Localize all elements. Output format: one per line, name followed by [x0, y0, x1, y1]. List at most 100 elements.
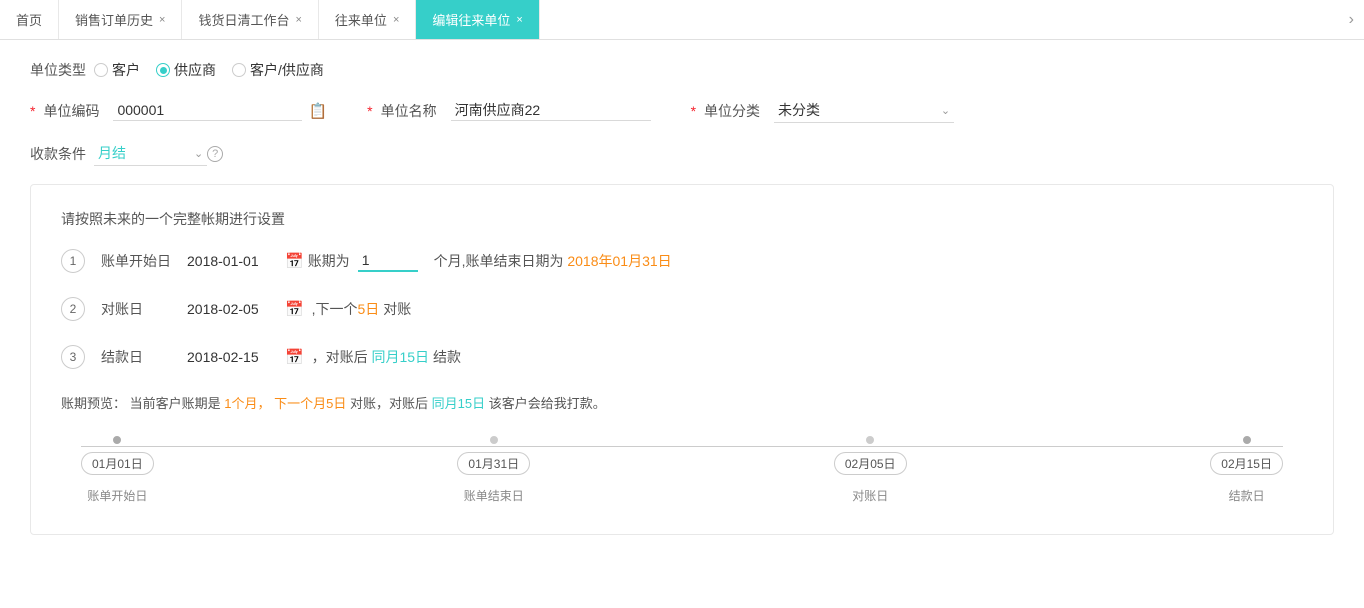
timeline-sub-0: 账单开始日	[87, 487, 147, 504]
unit-code-label: 单位编码	[43, 101, 99, 121]
tab-cash-work-label: 钱货日清工作台	[198, 10, 289, 29]
payment-row: 收款条件 月结 ⌄ ?	[30, 141, 1334, 166]
tab-sales-history-close[interactable]: ×	[159, 14, 165, 26]
step-1-calendar-icon[interactable]: 📅	[285, 252, 304, 270]
tab-partner-label: 往来单位	[335, 10, 387, 29]
unit-type-label: 单位类型	[30, 60, 86, 80]
step-row-1: 1 账单开始日 2018-01-01 📅 账期为 个月,账单结束日期为 2018…	[61, 249, 1303, 273]
tabs-bar: 首页 销售订单历史 × 钱货日清工作台 × 往来单位 × 编辑往来单位 × ›	[0, 0, 1364, 40]
step-2-label: 对账日	[101, 299, 171, 319]
step-2-highlight: 5日	[357, 299, 379, 319]
unit-type-radio-group: 客户 供应商 客户/供应商	[94, 60, 324, 80]
card-title: 请按照未来的一个完整帐期进行设置	[61, 209, 1303, 229]
timeline-badge-3: 02月15日	[1210, 452, 1283, 475]
timeline-sub-2: 对账日	[852, 487, 888, 504]
unit-code-copy-icon[interactable]: 📋	[308, 102, 327, 120]
timeline-badge-1: 01月31日	[457, 452, 530, 475]
step-row-2: 2 对账日 2018-02-05 📅 ,下一个 5日 对账	[61, 297, 1303, 321]
timeline-badge-0: 01月01日	[81, 452, 154, 475]
preview-p3: 同月15日	[432, 396, 485, 411]
step-1-mid: 账期为	[308, 251, 350, 271]
radio-both[interactable]: 客户/供应商	[232, 60, 324, 80]
payment-chevron-icon: ⌄	[194, 147, 203, 160]
unit-code-input[interactable]	[113, 100, 302, 121]
timeline: 01月01日 账单开始日 01月31日 账单结束日 02月05日 对账日	[61, 436, 1303, 504]
timeline-dot-3	[1243, 436, 1251, 444]
preview-text: 账期预览： 当前客户账期是 1个月， 下一个月5日 对账，对账后 同月15日 该…	[61, 393, 1303, 412]
tab-more-button[interactable]: ›	[1339, 11, 1364, 29]
timeline-dot-2	[866, 436, 874, 444]
step-3-date: 2018-02-15	[187, 349, 277, 365]
tab-cash-work-close[interactable]: ×	[295, 14, 301, 26]
tab-edit-partner[interactable]: 编辑往来单位 ×	[416, 0, 539, 39]
timeline-point-0: 01月01日 账单开始日	[81, 436, 154, 504]
unit-class-value: 未分类	[778, 100, 820, 120]
period-input[interactable]	[358, 250, 418, 272]
preview-mid: 对账，对账后	[350, 396, 428, 411]
step-2-suffix: 对账	[383, 299, 411, 319]
unit-class-star: *	[691, 103, 696, 119]
tab-edit-partner-close[interactable]: ×	[516, 14, 522, 26]
preview-section: 账期预览： 当前客户账期是 1个月， 下一个月5日 对账，对账后 同月15日 该…	[61, 393, 1303, 504]
step-row-3: 3 结款日 2018-02-15 📅 ，对账后 同月15日 结款	[61, 345, 1303, 369]
radio-both-label: 客户/供应商	[250, 60, 324, 80]
unit-class-chevron-icon: ⌄	[941, 104, 950, 117]
step-3-highlight: 同月15日	[371, 347, 429, 367]
main-content: 单位类型 客户 供应商 客户/供应商 * 单位编码 📋 * 单位名称	[0, 40, 1364, 608]
preview-end: 该客户会给我打款。	[489, 396, 606, 411]
unit-code-star: *	[30, 103, 35, 119]
unit-code-field: * 单位编码 📋	[30, 100, 327, 121]
unit-type-row: 单位类型 客户 供应商 客户/供应商	[30, 60, 1334, 80]
tab-partner[interactable]: 往来单位 ×	[319, 0, 416, 39]
step-3-suffix: 结款	[433, 347, 461, 367]
preview-p1: 1个月，	[224, 396, 270, 411]
preview-p2: 下一个月5日	[274, 396, 346, 411]
step-2-prefix: ,下一个	[308, 299, 358, 319]
radio-supplier-circle	[156, 63, 170, 77]
tab-home[interactable]: 首页	[0, 0, 59, 39]
step-2-date: 2018-02-05	[187, 301, 277, 317]
radio-customer[interactable]: 客户	[94, 60, 140, 80]
step-3-calendar-icon[interactable]: 📅	[285, 348, 304, 366]
step-2-calendar-icon[interactable]: 📅	[285, 300, 304, 318]
step-3-num: 3	[61, 345, 85, 369]
tab-sales-history[interactable]: 销售订单历史 ×	[59, 0, 182, 39]
timeline-badge-2: 02月05日	[834, 452, 907, 475]
timeline-sub-1: 账单结束日	[464, 487, 524, 504]
timeline-dot-1	[490, 436, 498, 444]
timeline-point-1: 01月31日 账单结束日	[457, 436, 530, 504]
radio-supplier[interactable]: 供应商	[156, 60, 216, 80]
radio-customer-label: 客户	[112, 60, 140, 80]
help-icon[interactable]: ?	[207, 146, 223, 162]
tab-edit-partner-label: 编辑往来单位	[432, 10, 510, 29]
step-2-num: 2	[61, 297, 85, 321]
timeline-sub-3: 结款日	[1229, 487, 1265, 504]
unit-name-star: *	[367, 103, 372, 119]
tab-partner-close[interactable]: ×	[393, 14, 399, 26]
step-3-prefix: ，对账后	[308, 347, 372, 367]
tab-sales-history-label: 销售订单历史	[75, 10, 153, 29]
period-card: 请按照未来的一个完整帐期进行设置 1 账单开始日 2018-01-01 📅 账期…	[30, 184, 1334, 535]
step-1-highlight: 2018年01月31日	[567, 251, 671, 271]
unit-class-label: 单位分类	[704, 101, 760, 121]
tab-cash-work[interactable]: 钱货日清工作台 ×	[182, 0, 318, 39]
tab-home-label: 首页	[16, 10, 42, 29]
radio-supplier-label: 供应商	[174, 60, 216, 80]
step-3-label: 结款日	[101, 347, 171, 367]
unit-class-field: * 单位分类 未分类 ⌄	[691, 98, 954, 123]
step-1-label: 账单开始日	[101, 251, 171, 271]
unit-class-select[interactable]: 未分类 ⌄	[774, 98, 954, 123]
unit-name-field: * 单位名称	[367, 100, 650, 121]
payment-label: 收款条件	[30, 144, 86, 164]
preview-label: 账期预览：	[61, 396, 126, 411]
unit-info-row: * 单位编码 📋 * 单位名称 * 单位分类 未分类 ⌄	[30, 98, 1334, 123]
step-1-date: 2018-01-01	[187, 253, 277, 269]
preview-before: 当前客户账期是	[130, 396, 221, 411]
payment-select[interactable]: 月结 ⌄	[94, 141, 207, 166]
payment-select-value: 月结	[98, 143, 126, 163]
unit-name-input[interactable]	[451, 100, 651, 121]
radio-customer-circle	[94, 63, 108, 77]
step-1-num: 1	[61, 249, 85, 273]
timeline-point-2: 02月05日 对账日	[834, 436, 907, 504]
step-1-suffix: 个月,账单结束日期为	[430, 251, 568, 271]
